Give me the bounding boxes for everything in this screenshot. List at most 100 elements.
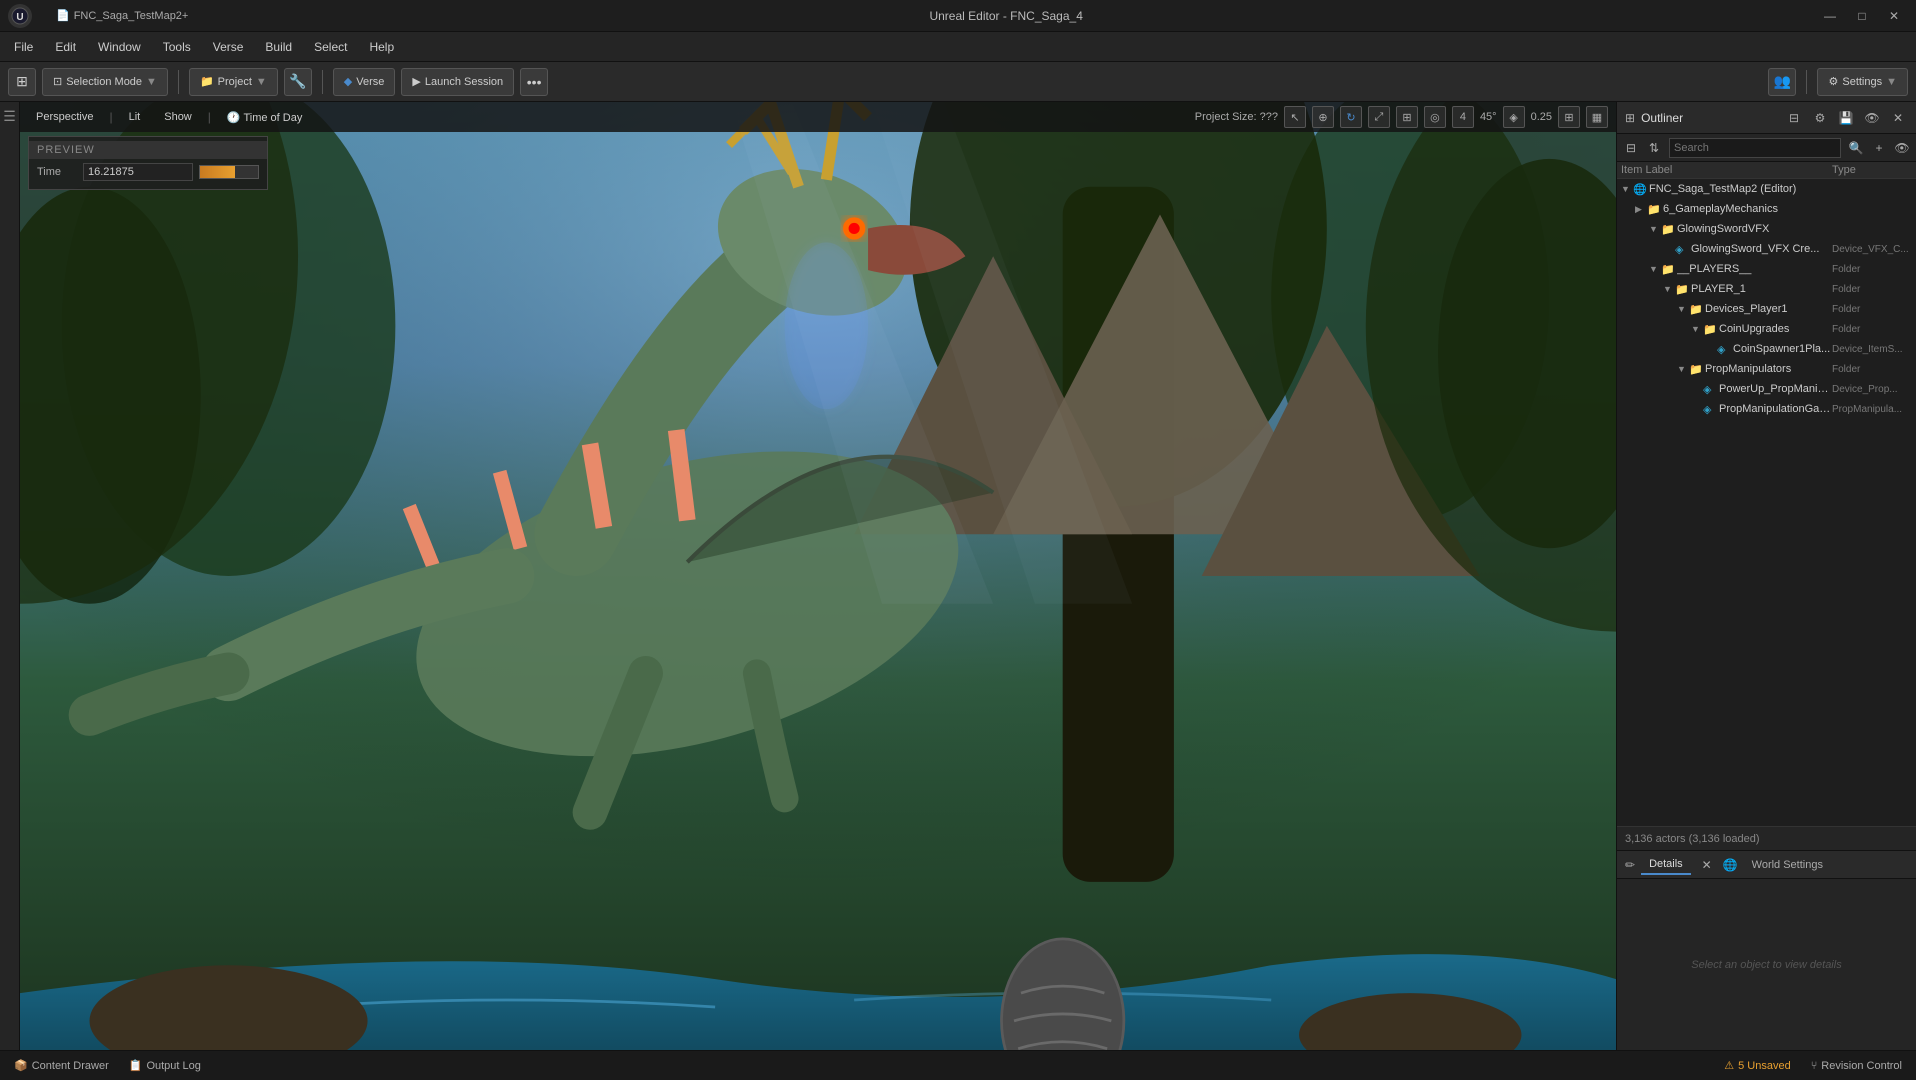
tree-item[interactable]: ▼📁GlowingSwordVFX <box>1617 219 1916 239</box>
tree-item-type: Folder <box>1832 264 1912 275</box>
menu-window[interactable]: Window <box>88 36 151 58</box>
menu-build[interactable]: Build <box>255 36 302 58</box>
tree-item[interactable]: ▼📁__PLAYERS__Folder <box>1617 259 1916 279</box>
tree-expand-arrow[interactable]: ▼ <box>1649 264 1661 274</box>
settings-label: Settings <box>1842 76 1882 88</box>
folder-icon: 📁 <box>1689 303 1705 316</box>
unsaved-indicator[interactable]: ⚠ 5 Unsaved <box>1718 1057 1796 1074</box>
details-tab[interactable]: Details <box>1641 855 1691 875</box>
toolbar-tools-icon[interactable]: 🔧 <box>284 68 312 96</box>
folder-icon: 📁 <box>1661 263 1677 276</box>
viewport-rotate-icon[interactable]: ↻ <box>1340 106 1362 128</box>
tree-item[interactable]: ▼🌐FNC_Saga_TestMap2 (Editor) <box>1617 179 1916 199</box>
details-content: Select an object to view details <box>1617 879 1916 1050</box>
viewport-camera-speed-icon[interactable]: 4 <box>1452 106 1474 128</box>
selection-mode-button[interactable]: ⊡ Selection Mode ▼ <box>42 68 168 96</box>
outliner-filter-icon[interactable]: ⊟ <box>1784 108 1804 128</box>
project-button[interactable]: 📁 Project ▼ <box>189 68 278 96</box>
tree-item[interactable]: ◈PropManipulationGam...PropManipula... <box>1617 399 1916 419</box>
left-strip-menu[interactable]: ☰ <box>0 106 20 126</box>
selection-mode-icon: ⊡ <box>53 75 62 88</box>
device-icon: ◈ <box>1703 403 1719 416</box>
tree-expand-arrow[interactable]: ▼ <box>1649 224 1661 234</box>
toolbar-grid-icon[interactable]: ⊞ <box>8 68 36 96</box>
viewport-grid-icon[interactable]: ⊞ <box>1558 106 1580 128</box>
world-settings-tab[interactable]: World Settings <box>1744 856 1831 874</box>
toolbar-users-icon[interactable]: 👥 <box>1768 68 1796 96</box>
menu-tools[interactable]: Tools <box>153 36 201 58</box>
verse-label: Verse <box>356 76 384 88</box>
outliner-close-icon[interactable]: ✕ <box>1888 108 1908 128</box>
tree-expand-arrow[interactable]: ▼ <box>1621 184 1633 194</box>
viewport-timeofday-button[interactable]: 🕐 Time of Day <box>219 108 310 127</box>
tree-item-label: CoinUpgrades <box>1719 323 1832 335</box>
tree-item[interactable]: ▼📁CoinUpgradesFolder <box>1617 319 1916 339</box>
preview-time-slider[interactable] <box>199 165 259 179</box>
menu-bar: File Edit Window Tools Verse Build Selec… <box>0 32 1916 62</box>
tree-item[interactable]: ▼📁Devices_Player1Folder <box>1617 299 1916 319</box>
viewport-lit-button[interactable]: Lit <box>121 108 149 126</box>
outliner-settings-icon[interactable]: ⚙ <box>1810 108 1830 128</box>
verse-button[interactable]: ◆ Verse <box>333 68 396 96</box>
tree-expand-arrow[interactable]: ▼ <box>1677 364 1689 374</box>
outliner-view-icon[interactable]: 👁 <box>1892 138 1912 158</box>
tree-expand-arrow[interactable]: ▼ <box>1663 284 1675 294</box>
viewport-topbar: Perspective | Lit Show | 🕐 Time of Day P… <box>20 102 1616 132</box>
outliner-add-btn[interactable]: + <box>1869 138 1889 158</box>
maximize-button[interactable]: □ <box>1848 6 1876 26</box>
menu-edit[interactable]: Edit <box>45 36 86 58</box>
launch-session-label: Launch Session <box>425 76 503 88</box>
tree-item[interactable]: ▼📁PropManipulatorsFolder <box>1617 359 1916 379</box>
revision-control-button[interactable]: ⑂ Revision Control <box>1805 1058 1908 1074</box>
time-of-day-label: Time of Day <box>243 112 302 124</box>
menu-select[interactable]: Select <box>304 36 357 58</box>
close-button[interactable]: ✕ <box>1880 6 1908 26</box>
tree-item[interactable]: ▶📁6_GameplayMechanics <box>1617 199 1916 219</box>
details-close-icon[interactable]: ✕ <box>1697 855 1717 875</box>
viewport-snap-icon[interactable]: ⊞ <box>1396 106 1418 128</box>
verse-icon: ◆ <box>344 75 352 88</box>
viewport-scale-icon[interactable]: ⤢ <box>1368 106 1390 128</box>
tree-item-type: Folder <box>1832 364 1912 375</box>
viewport-select-icon[interactable]: ↖ <box>1284 106 1306 128</box>
outliner-search-icon[interactable]: 🔍 <box>1846 138 1866 158</box>
column-type-header[interactable]: Type <box>1832 164 1912 176</box>
tree-item-type: Device_Prop... <box>1832 384 1912 395</box>
unsaved-label: 5 Unsaved <box>1738 1060 1791 1072</box>
outliner-save-icon[interactable]: 💾 <box>1836 108 1856 128</box>
launch-session-button[interactable]: ▶ Launch Session <box>401 68 514 96</box>
menu-help[interactable]: Help <box>359 36 404 58</box>
menu-file[interactable]: File <box>4 36 43 58</box>
menu-verse[interactable]: Verse <box>203 36 254 58</box>
viewport-perspective-button[interactable]: Perspective <box>28 108 101 126</box>
output-log-button[interactable]: 📋 Output Log <box>123 1057 207 1074</box>
tree-expand-arrow[interactable]: ▼ <box>1677 304 1689 314</box>
details-panel: ✏ Details ✕ 🌐 World Settings Select an o… <box>1617 850 1916 1050</box>
viewport-show-button[interactable]: Show <box>156 108 200 126</box>
viewport-translate-icon[interactable]: ⊕ <box>1312 106 1334 128</box>
outliner-eye-icon[interactable]: 👁 <box>1862 108 1882 128</box>
minimize-button[interactable]: — <box>1816 6 1844 26</box>
right-panel: ⊞ Outliner ⊟ ⚙ 💾 👁 ✕ ⊟ ⇅ 🔍 + 👁 Item Labe… <box>1616 102 1916 1050</box>
toolbar-more-icon[interactable]: ••• <box>520 68 548 96</box>
tree-item[interactable]: ◈PowerUp_PropManipula...Device_Prop... <box>1617 379 1916 399</box>
settings-button[interactable]: ⚙ Settings ▼ <box>1817 68 1908 96</box>
viewport-fov-icon[interactable]: ◈ <box>1503 106 1525 128</box>
tree-expand-arrow[interactable]: ▶ <box>1635 204 1647 215</box>
tree-item[interactable]: ▼📁PLAYER_1Folder <box>1617 279 1916 299</box>
tree-expand-arrow[interactable]: ▼ <box>1691 324 1703 334</box>
tree-item[interactable]: ◈CoinSpawner1Pla...Device_ItemS... <box>1617 339 1916 359</box>
column-label-header[interactable]: Item Label <box>1621 164 1832 176</box>
outliner-sort-btn[interactable]: ⇅ <box>1644 138 1664 158</box>
project-tab[interactable]: 📄 FNC_Saga_TestMap2+ <box>48 6 196 25</box>
outliner-status: 3,136 actors (3,136 loaded) <box>1617 826 1916 850</box>
outliner-filter-btn[interactable]: ⊟ <box>1621 138 1641 158</box>
preview-time-value[interactable]: 16.21875 <box>83 163 193 181</box>
content-drawer-button[interactable]: 📦 Content Drawer <box>8 1057 115 1074</box>
outliner-search-input[interactable] <box>1669 138 1841 158</box>
viewport-surface-snapping[interactable]: ◎ <box>1424 106 1446 128</box>
viewport-container[interactable]: Perspective | Lit Show | 🕐 Time of Day P… <box>20 102 1616 1050</box>
tree-item[interactable]: ◈GlowingSword_VFX Cre...Device_VFX_C... <box>1617 239 1916 259</box>
viewport-layout-icon[interactable]: ▦ <box>1586 106 1608 128</box>
outliner-tree[interactable]: ▼🌐FNC_Saga_TestMap2 (Editor)▶📁6_Gameplay… <box>1617 179 1916 826</box>
